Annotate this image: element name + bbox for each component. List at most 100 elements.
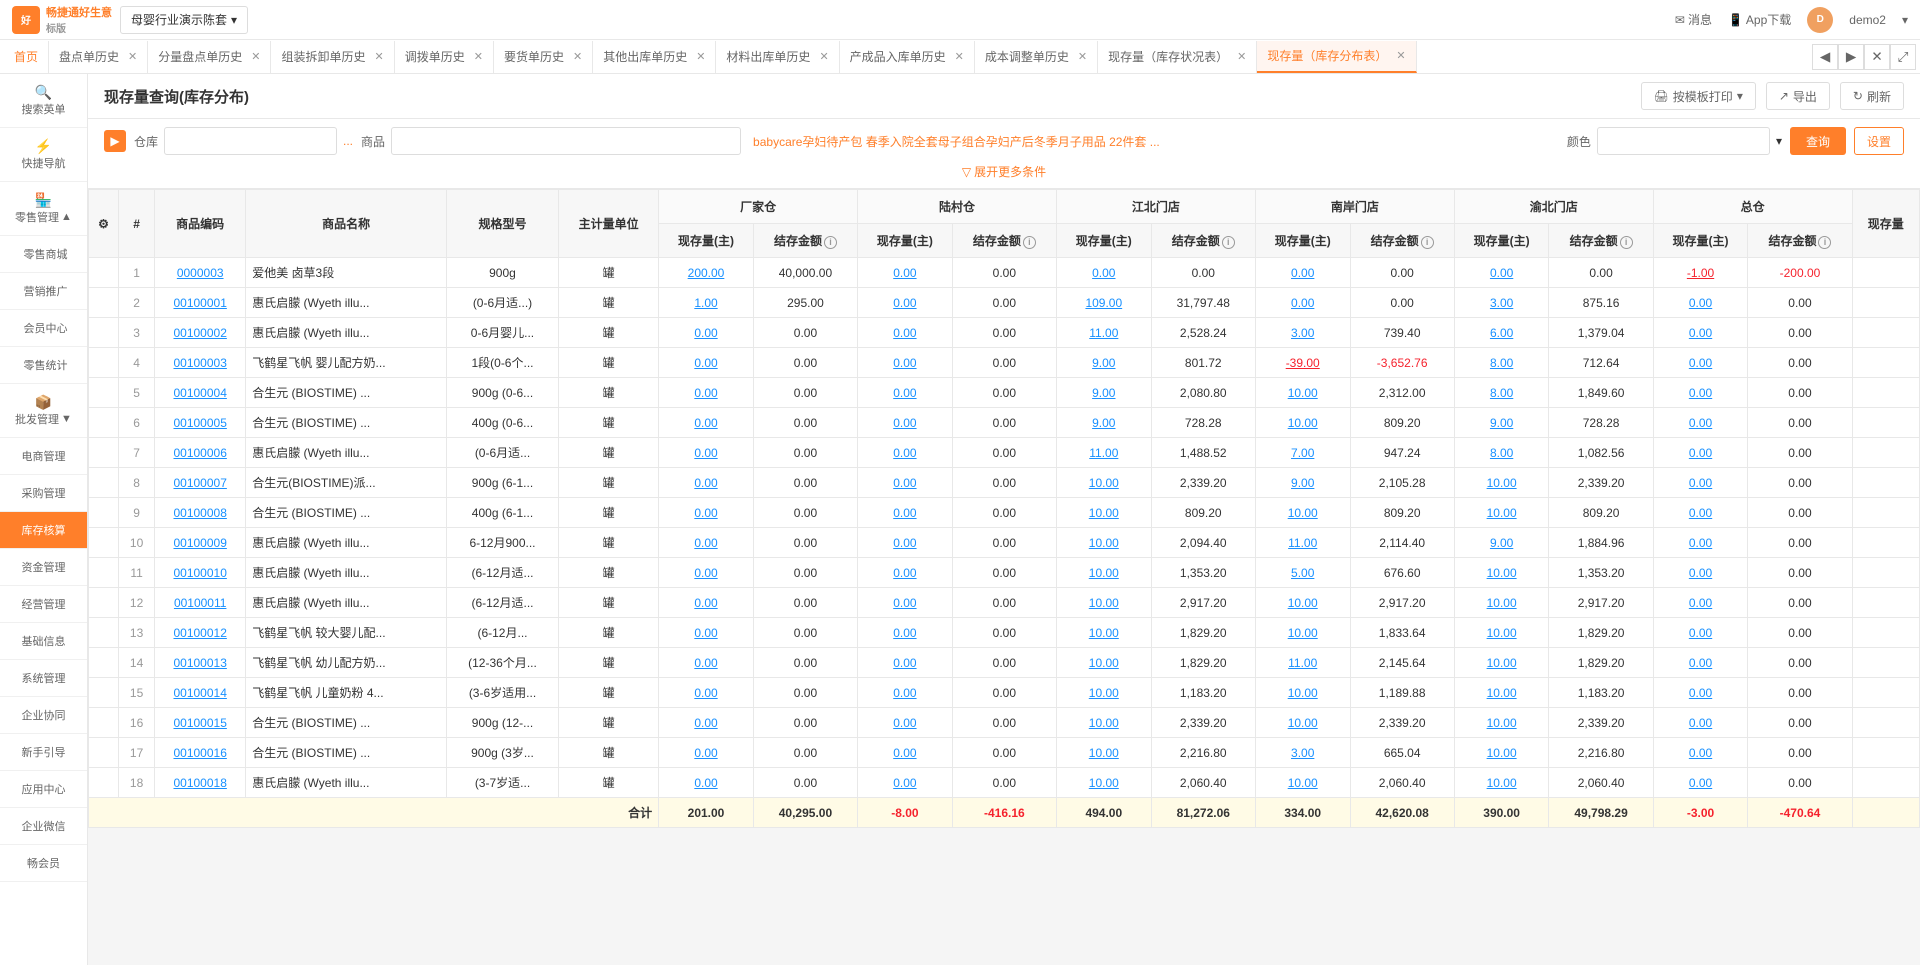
sidebar-item-quicknav[interactable]: ⚡ 快捷导航 xyxy=(0,128,87,182)
jb-amt-info[interactable]: i xyxy=(1222,236,1235,249)
product-input[interactable] xyxy=(391,127,741,155)
dropdown-arrow: ▾ xyxy=(1902,13,1908,27)
cell-jb-stock: 9.00 xyxy=(1056,408,1151,438)
cell-unit: 罐 xyxy=(559,528,659,558)
cell-unit: 罐 xyxy=(559,258,659,288)
sidebar-item-search[interactable]: 🔍 搜索英单 xyxy=(0,74,87,128)
tab-next-btn[interactable]: ▶ xyxy=(1838,44,1864,70)
table-row: 4 00100003 飞鹤星飞帆 婴儿配方奶... 1段(0-6个... 罐 0… xyxy=(89,348,1920,378)
sidebar-item-wechat[interactable]: 企业微信 xyxy=(0,808,87,845)
tab-close-6[interactable]: ✕ xyxy=(696,50,705,63)
color-dropdown-arrow[interactable]: ▾ xyxy=(1776,134,1782,148)
sidebar-item-ecommerce[interactable]: 电商管理 xyxy=(0,438,87,475)
tab-10[interactable]: 现存量（库存状况表） ✕ xyxy=(1098,41,1257,73)
cell-na-stock: -39.00 xyxy=(1255,348,1350,378)
sidebar-item-operations[interactable]: 经营管理 xyxy=(0,586,87,623)
cell-name: 惠氏启朦 (Wyeth illu... xyxy=(246,318,447,348)
sidebar-item-app-center[interactable]: 应用中心 xyxy=(0,771,87,808)
tab-expand-btn[interactable]: ⤢ xyxy=(1890,44,1916,70)
tab-close-5[interactable]: ✕ xyxy=(573,50,582,63)
na-amt-info[interactable]: i xyxy=(1421,236,1434,249)
tab-prev-btn[interactable]: ◀ xyxy=(1812,44,1838,70)
industry-selector[interactable]: 母婴行业演示陈套 ▾ xyxy=(120,6,248,34)
tab-4[interactable]: 调拨单历史 ✕ xyxy=(395,41,494,73)
app-download-btn[interactable]: 📱 App下载 xyxy=(1728,11,1791,28)
sidebar-item-retail-mgmt[interactable]: 🏪 零售管理 ▲ xyxy=(0,182,87,236)
tab-close-all-btn[interactable]: ✕ xyxy=(1864,44,1890,70)
cell-now xyxy=(1852,288,1919,318)
print-btn[interactable]: 🖨 按模板打印 ▾ xyxy=(1641,82,1756,110)
cell-yb-stock: 10.00 xyxy=(1454,738,1549,768)
warehouse-more-icon[interactable]: ... xyxy=(343,134,353,148)
tab-close-9[interactable]: ✕ xyxy=(1078,50,1087,63)
tab-11[interactable]: 现存量（库存分布表） ✕ xyxy=(1257,41,1416,73)
sidebar-item-member2[interactable]: 畅会员 xyxy=(0,845,87,882)
cell-tot-stock: 0.00 xyxy=(1653,318,1748,348)
th-gear[interactable]: ⚙ xyxy=(89,190,119,258)
cell-now xyxy=(1852,768,1919,798)
cell-yb-amt: 2,339.20 xyxy=(1549,468,1653,498)
warehouse-input[interactable] xyxy=(164,127,337,155)
tab-3[interactable]: 组装拆卸单历史 ✕ xyxy=(271,41,394,73)
cell-gear xyxy=(89,258,119,288)
message-btn[interactable]: ✉ 消息 xyxy=(1675,11,1712,28)
sidebar-item-retail-stats[interactable]: 零售统计 xyxy=(0,347,87,384)
tab-close-1[interactable]: ✕ xyxy=(128,50,137,63)
tab-1[interactable]: 盘点单历史 ✕ xyxy=(49,41,148,73)
tab-close-4[interactable]: ✕ xyxy=(474,50,483,63)
setting-btn[interactable]: 设置 xyxy=(1854,127,1904,155)
sidebar-item-guide[interactable]: 新手引导 xyxy=(0,734,87,771)
table-row: 18 00100018 惠氏启朦 (Wyeth illu... (3-7岁适..… xyxy=(89,768,1920,798)
l-amt-info[interactable]: i xyxy=(1023,236,1036,249)
tab-close-10[interactable]: ✕ xyxy=(1237,50,1246,63)
collapse-btn[interactable]: ▶ xyxy=(104,130,126,152)
th-l-amt: 结存金额i xyxy=(952,224,1056,258)
user-avatar[interactable]: D xyxy=(1807,7,1833,33)
tab-8[interactable]: 产成品入库单历史 ✕ xyxy=(840,41,975,73)
table-row: 14 00100013 飞鹤星飞帆 幼儿配方奶... (12-36个月... 罐… xyxy=(89,648,1920,678)
yb-amt-info[interactable]: i xyxy=(1620,236,1633,249)
sidebar-item-member[interactable]: 会员中心 xyxy=(0,310,87,347)
table-row: 3 00100002 惠氏启朦 (Wyeth illu... 0-6月婴儿...… xyxy=(89,318,1920,348)
cell-f-stock: 0.00 xyxy=(659,648,754,678)
tab-close-3[interactable]: ✕ xyxy=(375,50,384,63)
tab-6[interactable]: 其他出库单历史 ✕ xyxy=(593,41,716,73)
sidebar-item-finance[interactable]: 资金管理 xyxy=(0,549,87,586)
tab-close-7[interactable]: ✕ xyxy=(819,50,828,63)
f-amt-info[interactable]: i xyxy=(824,236,837,249)
color-input[interactable] xyxy=(1597,127,1770,155)
sidebar-item-purchase[interactable]: 采购管理 xyxy=(0,475,87,512)
cell-gear xyxy=(89,348,119,378)
table-row: 2 00100001 惠氏启朦 (Wyeth illu... (0-6月适...… xyxy=(89,288,1920,318)
cell-f-amt: 0.00 xyxy=(753,678,857,708)
tab-9[interactable]: 成本调整单历史 ✕ xyxy=(975,41,1098,73)
cell-na-amt: 0.00 xyxy=(1350,288,1454,318)
cell-na-stock: 10.00 xyxy=(1255,708,1350,738)
cell-tot-stock: 0.00 xyxy=(1653,528,1748,558)
tot-amt-info[interactable]: i xyxy=(1818,236,1831,249)
tab-5[interactable]: 要货单历史 ✕ xyxy=(494,41,593,73)
cell-jb-amt: 0.00 xyxy=(1151,258,1255,288)
sidebar-item-system[interactable]: 系统管理 xyxy=(0,660,87,697)
th-total: 总仓 xyxy=(1653,190,1852,224)
query-btn[interactable]: 查询 xyxy=(1790,127,1846,155)
tab-2[interactable]: 分量盘点单历史 ✕ xyxy=(148,41,271,73)
tab-home[interactable]: 首页 xyxy=(4,41,49,73)
sidebar-item-basic-info[interactable]: 基础信息 xyxy=(0,623,87,660)
tab-close-8[interactable]: ✕ xyxy=(955,50,964,63)
table-row: 9 00100008 合生元 (BIOSTIME) ... 400g (6-1.… xyxy=(89,498,1920,528)
sidebar-item-inventory[interactable]: 库存核算 xyxy=(0,512,87,549)
tab-close-11[interactable]: ✕ xyxy=(1396,49,1405,62)
tab-close-2[interactable]: ✕ xyxy=(251,50,260,63)
th-na-stock: 现存量(主) xyxy=(1255,224,1350,258)
sidebar-item-marketing[interactable]: 营销推广 xyxy=(0,273,87,310)
sidebar-item-enterprise[interactable]: 企业协同 xyxy=(0,697,87,734)
export-btn[interactable]: ↗ 导出 xyxy=(1766,82,1830,110)
tab-7[interactable]: 材料出库单历史 ✕ xyxy=(716,41,839,73)
username[interactable]: demo2 xyxy=(1849,13,1886,27)
expand-conditions-btn[interactable]: ▽ 展开更多条件 xyxy=(962,163,1046,180)
sidebar-item-wholesale[interactable]: 📦 批发管理 ▼ xyxy=(0,384,87,438)
cell-name: 合生元 (BIOSTIME) ... xyxy=(246,408,447,438)
refresh-btn[interactable]: ↻ 刷新 xyxy=(1840,82,1904,110)
sidebar-item-retail-mall[interactable]: 零售商城 xyxy=(0,236,87,273)
